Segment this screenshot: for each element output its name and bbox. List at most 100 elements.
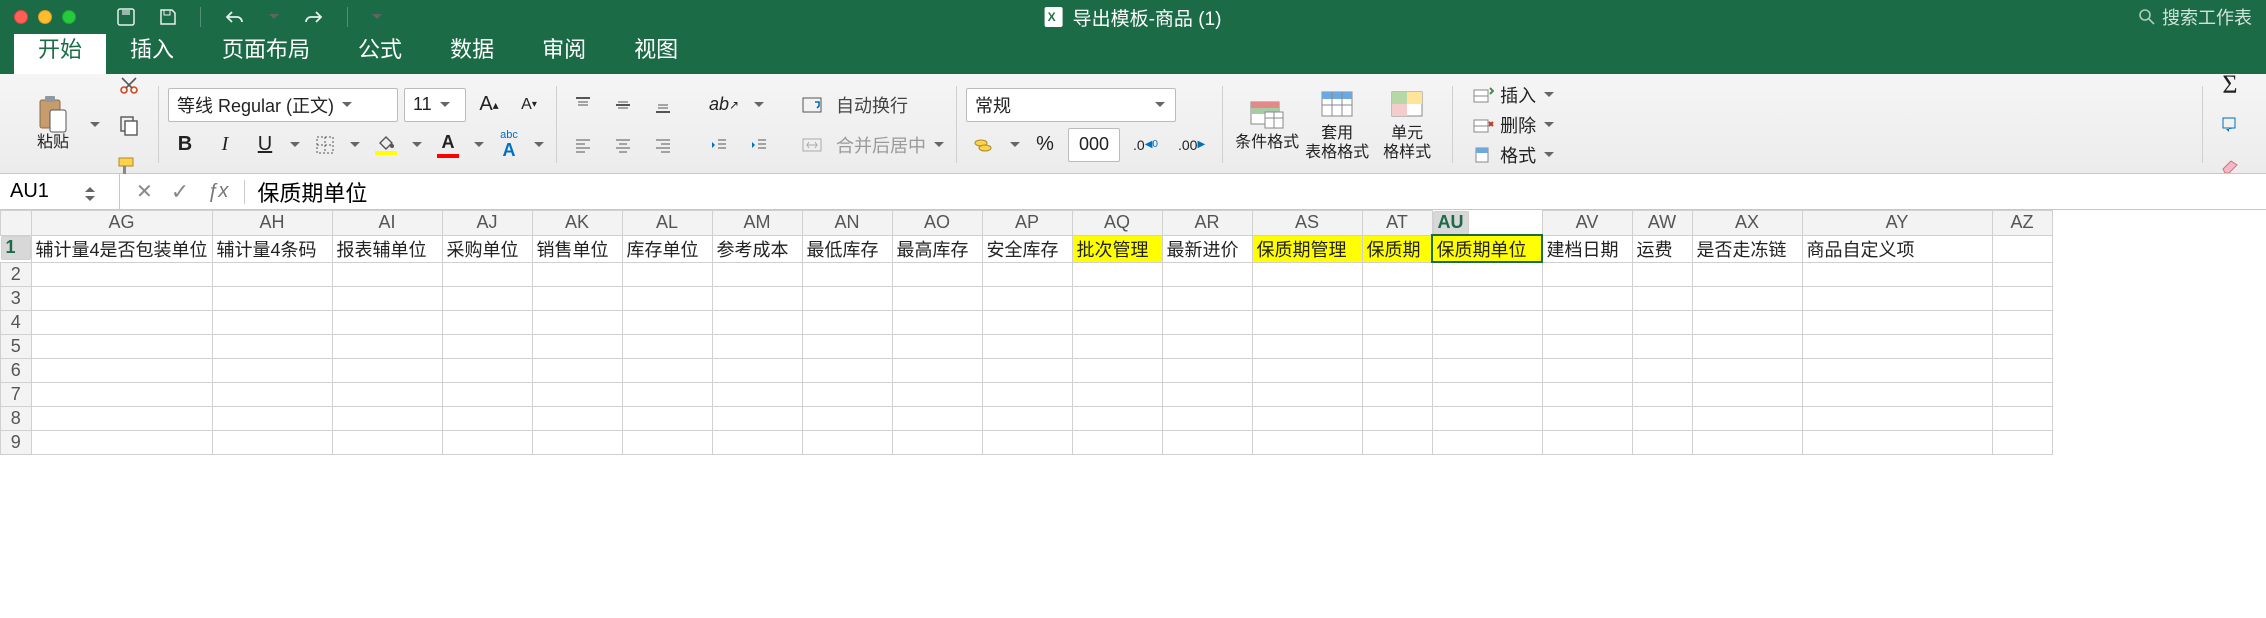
cell-AK7[interactable] <box>532 382 622 406</box>
col-header-AJ[interactable]: AJ <box>442 211 532 236</box>
cell-AV8[interactable] <box>1542 406 1632 430</box>
cell-AY9[interactable] <box>1802 430 1992 454</box>
spreadsheet-grid[interactable]: AGAHAIAJAKALAMANAOAPAQARASATAUAVAWAXAYAZ… <box>0 210 2266 455</box>
cell-AR4[interactable] <box>1162 310 1252 334</box>
cell-AP3[interactable] <box>982 286 1072 310</box>
cell-AK9[interactable] <box>532 430 622 454</box>
cut-button[interactable] <box>111 68 147 102</box>
cell-AX6[interactable] <box>1692 358 1802 382</box>
format-painter-button[interactable] <box>110 148 148 182</box>
underline-dropdown[interactable] <box>288 138 302 152</box>
cell-AT6[interactable] <box>1362 358 1432 382</box>
col-header-AW[interactable]: AW <box>1632 211 1692 236</box>
cell-AJ2[interactable] <box>442 262 532 286</box>
align-top-button[interactable] <box>566 88 600 122</box>
cell-AK3[interactable] <box>532 286 622 310</box>
cell-AQ1[interactable]: 批次管理 <box>1072 235 1162 262</box>
cell-AV5[interactable] <box>1542 334 1632 358</box>
decrease-font-button[interactable]: A▾ <box>512 88 546 122</box>
cell-AS7[interactable] <box>1252 382 1362 406</box>
cell-AU2[interactable] <box>1432 262 1542 286</box>
cell-AU6[interactable] <box>1432 358 1542 382</box>
cell-AU1[interactable]: 保质期单位 <box>1432 235 1542 262</box>
cell-AN7[interactable] <box>802 382 892 406</box>
cell-AH2[interactable] <box>212 262 332 286</box>
cell-AZ6[interactable] <box>1992 358 2052 382</box>
row-header-9[interactable]: 9 <box>1 430 32 454</box>
formula-input[interactable] <box>245 179 2266 205</box>
cell-AL8[interactable] <box>622 406 712 430</box>
increase-indent-button[interactable] <box>742 128 776 162</box>
cell-AG6[interactable] <box>31 358 212 382</box>
cell-AR3[interactable] <box>1162 286 1252 310</box>
cell-AY7[interactable] <box>1802 382 1992 406</box>
cell-AQ4[interactable] <box>1072 310 1162 334</box>
comma-style-button[interactable]: 000 <box>1068 128 1120 162</box>
cell-AS6[interactable] <box>1252 358 1362 382</box>
search-box[interactable]: 搜索工作表 <box>2138 4 2252 30</box>
select-all-corner[interactable] <box>1 211 32 236</box>
cell-AG5[interactable] <box>31 334 212 358</box>
cell-AN4[interactable] <box>802 310 892 334</box>
cell-AM7[interactable] <box>712 382 802 406</box>
row-header-3[interactable]: 3 <box>1 286 32 310</box>
cell-AO3[interactable] <box>892 286 982 310</box>
zoom-window-button[interactable] <box>62 10 76 24</box>
cell-AQ3[interactable] <box>1072 286 1162 310</box>
cell-AL1[interactable]: 库存单位 <box>622 235 712 262</box>
cell-AT1[interactable]: 保质期 <box>1362 235 1432 262</box>
cell-AZ7[interactable] <box>1992 382 2052 406</box>
cell-AM4[interactable] <box>712 310 802 334</box>
row-header-7[interactable]: 7 <box>1 382 32 406</box>
cell-AH1[interactable]: 辅计量4条码 <box>212 235 332 262</box>
cell-AX5[interactable] <box>1692 334 1802 358</box>
increase-decimal-button[interactable]: .0◀0 <box>1126 128 1165 162</box>
cell-AS1[interactable]: 保质期管理 <box>1252 235 1362 262</box>
italic-button[interactable]: I <box>208 128 242 162</box>
col-header-AH[interactable]: AH <box>212 211 332 236</box>
qat-customize-dropdown[interactable] <box>370 10 384 24</box>
cell-AI7[interactable] <box>332 382 442 406</box>
cell-AH6[interactable] <box>212 358 332 382</box>
cell-AP2[interactable] <box>982 262 1072 286</box>
name-box-down[interactable] <box>80 192 100 204</box>
cell-AU4[interactable] <box>1432 310 1542 334</box>
cell-AP1[interactable]: 安全库存 <box>982 235 1072 262</box>
cell-AY3[interactable] <box>1802 286 1992 310</box>
name-box[interactable] <box>0 174 120 210</box>
cancel-edit-button[interactable]: ✕ <box>136 179 153 204</box>
cell-AO7[interactable] <box>892 382 982 406</box>
delete-dropdown[interactable] <box>1542 118 1556 132</box>
cell-AS4[interactable] <box>1252 310 1362 334</box>
col-header-AL[interactable]: AL <box>622 211 712 236</box>
cell-AS9[interactable] <box>1252 430 1362 454</box>
cell-AM1[interactable]: 参考成本 <box>712 235 802 262</box>
phonetic-button[interactable]: abcA <box>492 128 526 162</box>
col-header-AP[interactable]: AP <box>982 211 1072 236</box>
cell-AO9[interactable] <box>892 430 982 454</box>
row-header-2[interactable]: 2 <box>1 262 32 286</box>
cell-AM2[interactable] <box>712 262 802 286</box>
cell-AY5[interactable] <box>1802 334 1992 358</box>
paste-dropdown[interactable] <box>88 118 102 132</box>
cell-AS8[interactable] <box>1252 406 1362 430</box>
cell-AT8[interactable] <box>1362 406 1432 430</box>
col-header-AO[interactable]: AO <box>892 211 982 236</box>
cell-AR1[interactable]: 最新进价 <box>1162 235 1252 262</box>
cell-AQ9[interactable] <box>1072 430 1162 454</box>
cell-AW6[interactable] <box>1632 358 1692 382</box>
cell-AN2[interactable] <box>802 262 892 286</box>
col-header-AS[interactable]: AS <box>1252 211 1362 236</box>
cell-AS3[interactable] <box>1252 286 1362 310</box>
cell-AR6[interactable] <box>1162 358 1252 382</box>
cell-AU3[interactable] <box>1432 286 1542 310</box>
cell-AG2[interactable] <box>31 262 212 286</box>
cell-AX4[interactable] <box>1692 310 1802 334</box>
cell-AN5[interactable] <box>802 334 892 358</box>
clear-button[interactable] <box>2212 148 2248 182</box>
cell-AI2[interactable] <box>332 262 442 286</box>
font-name-select[interactable]: 等线 Regular (正文) <box>168 88 398 122</box>
fill-color-dropdown[interactable] <box>410 138 424 152</box>
cell-AH8[interactable] <box>212 406 332 430</box>
cell-AZ2[interactable] <box>1992 262 2052 286</box>
